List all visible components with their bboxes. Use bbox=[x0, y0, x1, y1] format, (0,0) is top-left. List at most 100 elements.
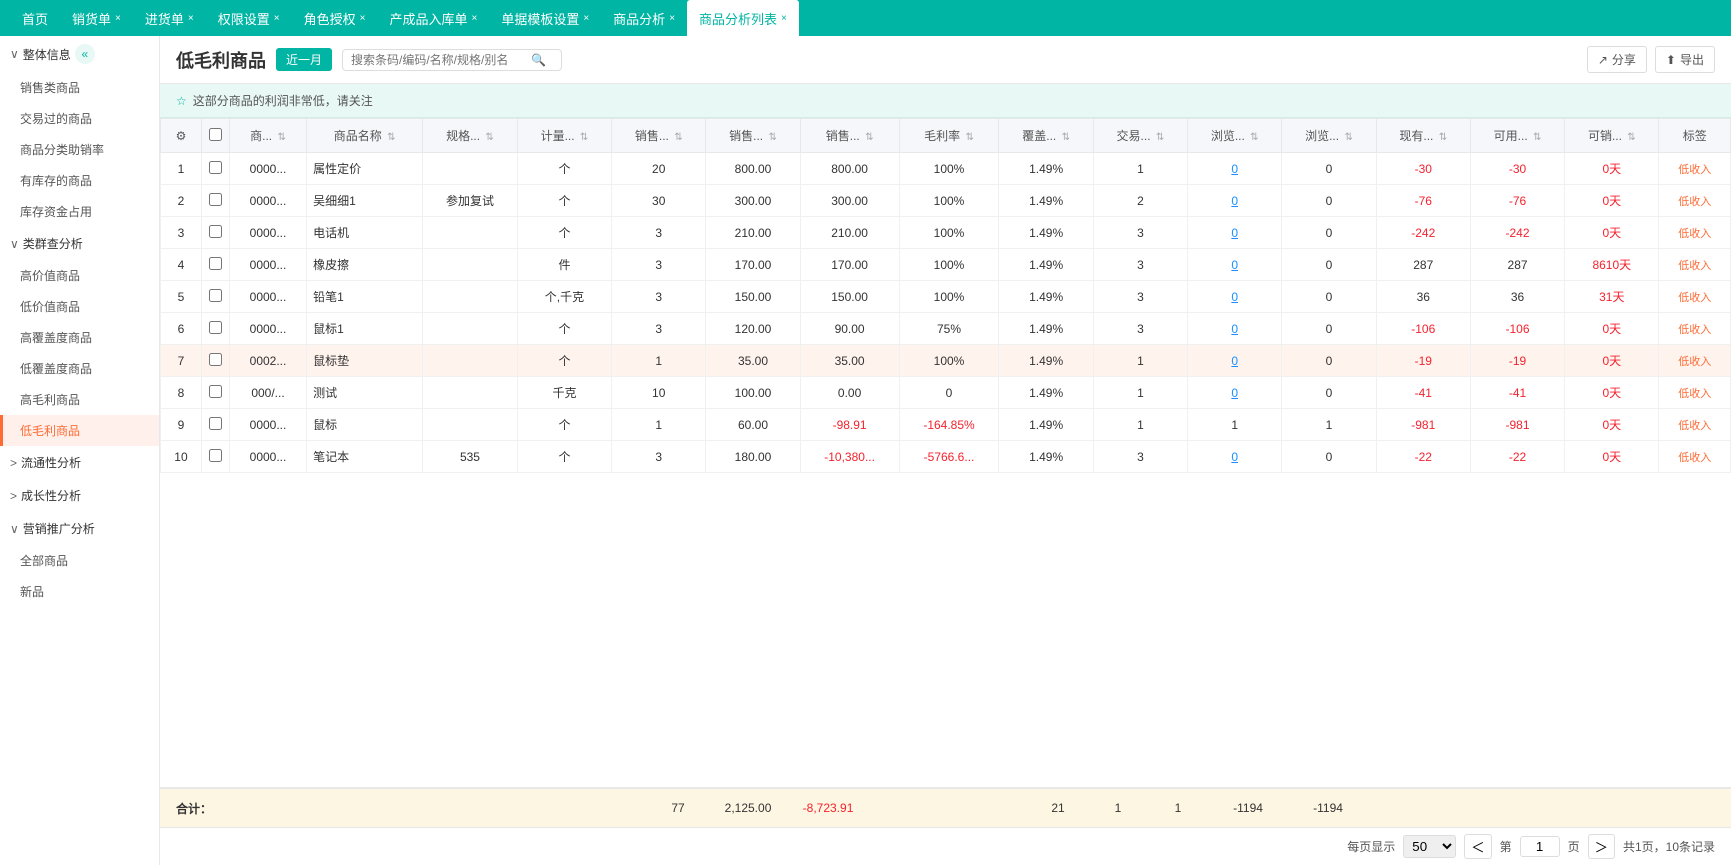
view-link[interactable]: 0 bbox=[1231, 162, 1238, 176]
sidebar-item-in-stock[interactable]: 有库存的商品 bbox=[0, 165, 159, 196]
nav-analysis[interactable]: 商品分析 × bbox=[601, 0, 687, 36]
col-checkbox[interactable] bbox=[201, 119, 229, 153]
nav-home[interactable]: 首页 bbox=[10, 0, 60, 36]
sidebar-item-traded[interactable]: 交易过的商品 bbox=[0, 103, 159, 134]
sidebar-item-new-products[interactable]: 新品 bbox=[0, 576, 159, 607]
row-checkbox[interactable] bbox=[209, 161, 222, 174]
col-settings[interactable]: ⚙ bbox=[161, 119, 202, 153]
search-input[interactable] bbox=[351, 53, 531, 67]
sidebar-group-circulation[interactable]: > 流通性分析 bbox=[0, 446, 159, 479]
row-checkbox[interactable] bbox=[209, 321, 222, 334]
nav-close-template[interactable]: × bbox=[583, 13, 589, 24]
cell-trade-times: 1 bbox=[1093, 345, 1187, 377]
nav-analysis-list[interactable]: 商品分析列表 × bbox=[687, 0, 799, 36]
cell-checkbox[interactable] bbox=[201, 377, 229, 409]
row-checkbox[interactable] bbox=[209, 289, 222, 302]
col-saleable-days[interactable]: 可销... ⇅ bbox=[1565, 119, 1659, 153]
next-page-button[interactable]: ＞ bbox=[1588, 834, 1615, 859]
nav-product-entry[interactable]: 产成品入库单 × bbox=[377, 0, 489, 36]
view-link[interactable]: 0 bbox=[1231, 226, 1238, 240]
col-view-count2[interactable]: 浏览... ⇅ bbox=[1282, 119, 1376, 153]
collapse-overall-btn[interactable]: « bbox=[75, 44, 95, 64]
nav-close-analysis-list[interactable]: × bbox=[781, 13, 787, 24]
nav-template[interactable]: 单据模板设置 × bbox=[489, 0, 601, 36]
sidebar-item-sales-products[interactable]: 销售类商品 bbox=[0, 72, 159, 103]
sidebar-item-low-value[interactable]: 低价值商品 bbox=[0, 291, 159, 322]
sidebar-item-capital[interactable]: 库存资金占用 bbox=[0, 196, 159, 227]
nav-close-permission[interactable]: × bbox=[274, 13, 280, 24]
col-sale-amt[interactable]: 销售... ⇅ bbox=[706, 119, 800, 153]
cell-spec bbox=[423, 313, 518, 345]
cell-checkbox[interactable] bbox=[201, 409, 229, 441]
sidebar-item-high-margin[interactable]: 高毛利商品 bbox=[0, 384, 159, 415]
nav-close-analysis[interactable]: × bbox=[669, 13, 675, 24]
select-all-checkbox[interactable] bbox=[209, 128, 222, 141]
nav-close-sales[interactable]: × bbox=[115, 13, 121, 24]
col-sale-profit[interactable]: 销售... ⇅ bbox=[800, 119, 899, 153]
view-link[interactable]: 0 bbox=[1231, 450, 1238, 464]
cell-checkbox[interactable] bbox=[201, 217, 229, 249]
col-unit[interactable]: 计量... ⇅ bbox=[517, 119, 611, 153]
view-link[interactable]: 0 bbox=[1231, 354, 1238, 368]
search-icon[interactable]: 🔍 bbox=[531, 53, 546, 67]
nav-sales[interactable]: 销货单 × bbox=[60, 0, 133, 36]
col-available-stock[interactable]: 可用... ⇅ bbox=[1470, 119, 1564, 153]
page-number-input[interactable] bbox=[1520, 836, 1560, 857]
sidebar-item-low-margin[interactable]: 低毛利商品 bbox=[0, 415, 159, 446]
time-filter-button[interactable]: 近一月 bbox=[276, 48, 332, 71]
col-spec[interactable]: 规格... ⇅ bbox=[423, 119, 518, 153]
row-checkbox[interactable] bbox=[209, 417, 222, 430]
sidebar-group-growth[interactable]: > 成长性分析 bbox=[0, 479, 159, 512]
page-size-select[interactable]: 50 100 200 bbox=[1403, 835, 1456, 858]
nav-close-product-entry[interactable]: × bbox=[471, 13, 477, 24]
export-button[interactable]: ⬆ 导出 bbox=[1655, 46, 1715, 73]
sidebar-item-all-products[interactable]: 全部商品 bbox=[0, 545, 159, 576]
nav-close-role[interactable]: × bbox=[360, 13, 366, 24]
cell-checkbox[interactable] bbox=[201, 281, 229, 313]
view-link[interactable]: 0 bbox=[1231, 194, 1238, 208]
view-link[interactable]: 0 bbox=[1231, 386, 1238, 400]
sidebar-group-cluster[interactable]: ∨ 类群查分析 bbox=[0, 227, 159, 260]
cell-checkbox[interactable] bbox=[201, 441, 229, 473]
row-checkbox[interactable] bbox=[209, 225, 222, 238]
sidebar-group-marketing[interactable]: ∨ 营销推广分析 bbox=[0, 512, 159, 545]
row-checkbox[interactable] bbox=[209, 353, 222, 366]
col-view-count[interactable]: 浏览... ⇅ bbox=[1188, 119, 1282, 153]
cell-checkbox[interactable] bbox=[201, 249, 229, 281]
page-size-label: 每页显示 bbox=[1347, 838, 1395, 855]
cell-checkbox[interactable] bbox=[201, 185, 229, 217]
col-coverage[interactable]: 覆盖... ⇅ bbox=[999, 119, 1093, 153]
export-icon: ⬆ bbox=[1666, 53, 1676, 67]
col-trade-times[interactable]: 交易... ⇅ bbox=[1093, 119, 1187, 153]
col-name[interactable]: 商品名称 ⇅ bbox=[307, 119, 423, 153]
prev-page-button[interactable]: ＜ bbox=[1464, 834, 1491, 859]
row-checkbox[interactable] bbox=[209, 385, 222, 398]
sidebar-item-high-coverage[interactable]: 高覆盖度商品 bbox=[0, 322, 159, 353]
view-link[interactable]: 0 bbox=[1231, 258, 1238, 272]
sidebar-item-high-value[interactable]: 高价值商品 bbox=[0, 260, 159, 291]
nav-purchase[interactable]: 进货单 × bbox=[133, 0, 206, 36]
cell-checkbox[interactable] bbox=[201, 153, 229, 185]
nav-close-purchase[interactable]: × bbox=[188, 13, 194, 24]
row-checkbox[interactable] bbox=[209, 449, 222, 462]
sidebar-group-overall[interactable]: ∨ 整体信息 « bbox=[0, 36, 159, 72]
table-container[interactable]: ⚙ 商... ⇅ 商品名称 ⇅ 规格... ⇅ 计量... ⇅ 销售... ⇅ … bbox=[160, 118, 1731, 787]
view-link[interactable]: 0 bbox=[1231, 322, 1238, 336]
row-checkbox[interactable] bbox=[209, 193, 222, 206]
cell-no: 10 bbox=[161, 441, 202, 473]
sidebar-item-category-rate[interactable]: 商品分类助销率 bbox=[0, 134, 159, 165]
view-link[interactable]: 0 bbox=[1231, 290, 1238, 304]
cell-sale-profit: -10,380... bbox=[800, 441, 899, 473]
col-current-stock[interactable]: 现有... ⇅ bbox=[1376, 119, 1470, 153]
cell-checkbox[interactable] bbox=[201, 313, 229, 345]
nav-permission[interactable]: 权限设置 × bbox=[206, 0, 292, 36]
col-sale-qty[interactable]: 销售... ⇅ bbox=[612, 119, 706, 153]
cell-checkbox[interactable] bbox=[201, 345, 229, 377]
sidebar-item-low-coverage[interactable]: 低覆盖度商品 bbox=[0, 353, 159, 384]
col-gross-rate[interactable]: 毛利率 ⇅ bbox=[899, 119, 999, 153]
total-trade: 21 bbox=[1028, 801, 1088, 815]
nav-role[interactable]: 角色授权 × bbox=[292, 0, 378, 36]
share-button[interactable]: ↗ 分享 bbox=[1587, 46, 1647, 73]
col-code[interactable]: 商... ⇅ bbox=[229, 119, 306, 153]
row-checkbox[interactable] bbox=[209, 257, 222, 270]
